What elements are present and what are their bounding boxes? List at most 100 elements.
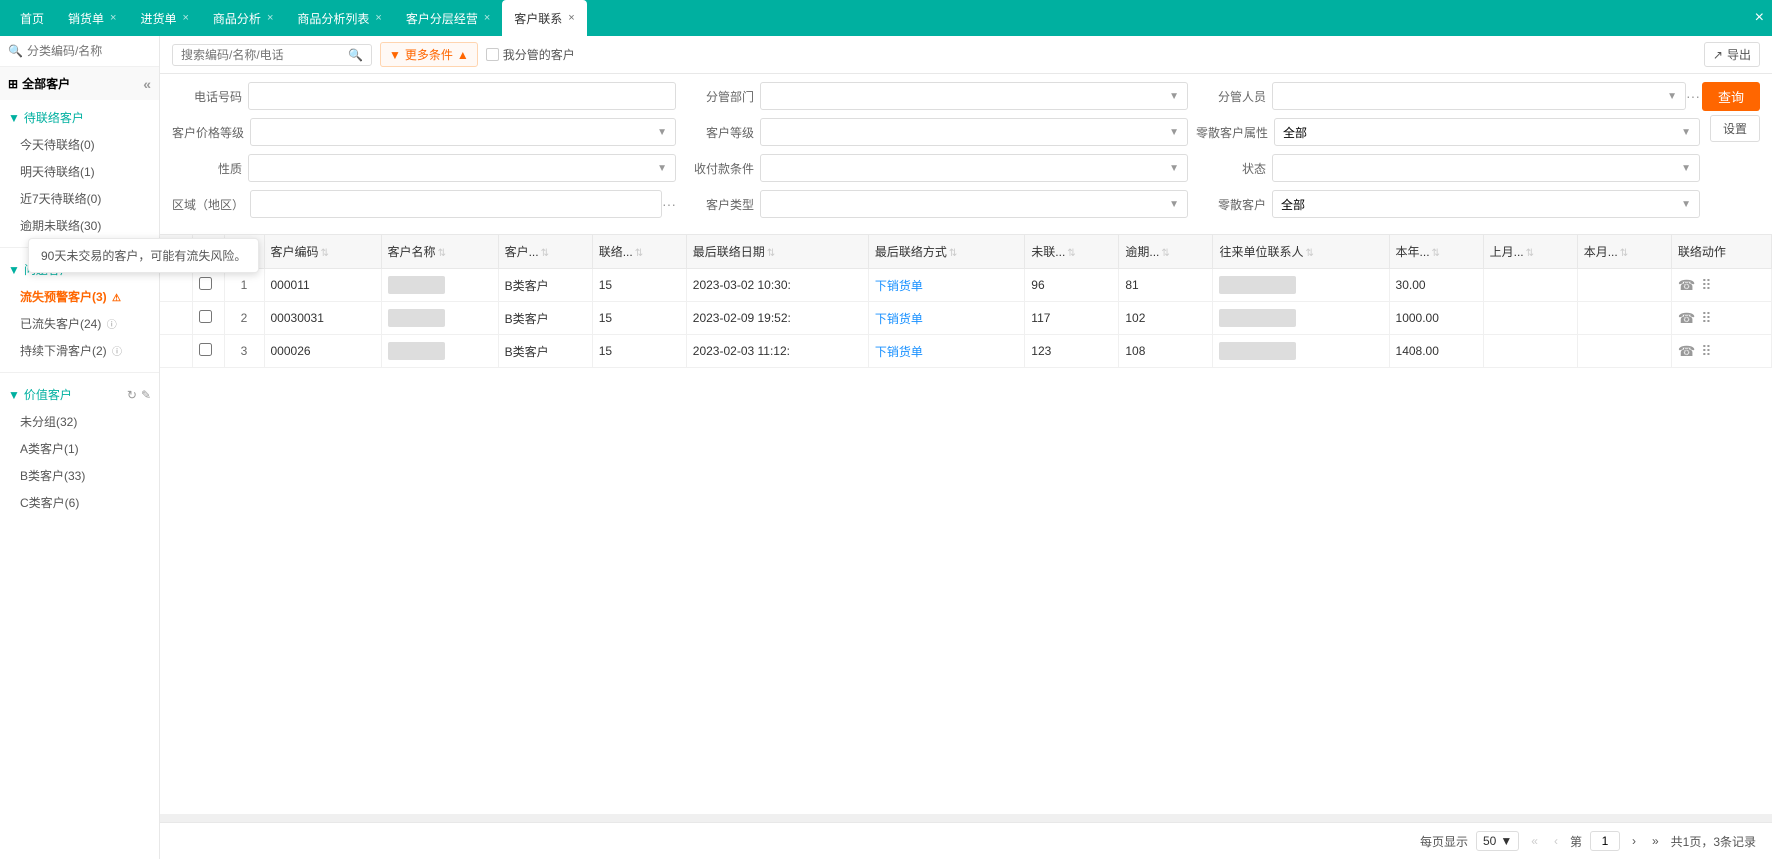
checkbox-icon[interactable] xyxy=(486,48,499,61)
sidebar-item-lost[interactable]: 已流失客户(24) ⓘ xyxy=(0,310,159,337)
export-button[interactable]: ↗ 导出 xyxy=(1704,42,1760,67)
sidebar-item-declining[interactable]: 持续下滑客户(2) ⓘ xyxy=(0,337,159,364)
th-unit-contact[interactable]: 往来单位联系人⇅ xyxy=(1213,235,1389,269)
search-button[interactable]: 🔍 xyxy=(348,48,363,62)
tab-product-list[interactable]: 商品分析列表 × xyxy=(285,0,393,36)
th-last-contact-date[interactable]: 最后联络日期⇅ xyxy=(686,235,868,269)
tab-customer-tier[interactable]: 客户分层经营 × xyxy=(394,0,502,36)
sidebar-search-input[interactable] xyxy=(27,44,160,58)
th-this-year[interactable]: 本年...⇅ xyxy=(1389,235,1483,269)
filter-status-select[interactable]: ▼ xyxy=(1272,154,1700,182)
filter-row-3: 性质 ▼ 收付款条件 ▼ xyxy=(172,154,1700,182)
filter-retail-select[interactable]: 全部 ▼ xyxy=(1272,190,1700,218)
horizontal-scrollbar[interactable] xyxy=(160,814,1772,822)
my-customers-checkbox[interactable]: 我分管的客户 xyxy=(486,46,575,63)
main-layout: 🔍 ⊞ 全部客户 « ▼ 待联络客户 今天待联络(0) 明天待联络(1) 近7天… xyxy=(0,36,1772,859)
top-close-button[interactable]: × xyxy=(1755,9,1764,27)
filter-dept-select[interactable]: ▼ xyxy=(760,82,1188,110)
tab-purchase-close[interactable]: × xyxy=(182,12,188,24)
warning-icon: ⚠ xyxy=(112,293,121,304)
th-overdue[interactable]: 逾期...⇅ xyxy=(1119,235,1213,269)
td-checkbox-2[interactable] xyxy=(192,335,224,368)
page-number-input[interactable] xyxy=(1590,831,1620,851)
edit-icon[interactable]: ✎ xyxy=(141,388,151,402)
td-method-1[interactable]: 下销货单 xyxy=(868,302,1024,335)
chevron-down-icon: ▼ xyxy=(8,111,20,125)
filter-price-tier-select[interactable]: ▼ xyxy=(250,118,676,146)
sidebar-item-unclassified[interactable]: 未分组(32) xyxy=(0,408,159,435)
query-button[interactable]: 查询 xyxy=(1702,82,1760,111)
settings-button[interactable]: 设置 xyxy=(1710,115,1760,142)
filter-manager-select[interactable]: ▼ xyxy=(1272,82,1686,110)
contact-method-link-0[interactable]: 下销货单 xyxy=(875,279,923,293)
tab-product-list-close[interactable]: × xyxy=(375,12,381,24)
all-customers-label: 全部客户 xyxy=(22,75,70,92)
filter-phone-input[interactable] xyxy=(248,82,676,110)
tab-sales[interactable]: 销货单 × xyxy=(56,0,128,36)
tab-product-analysis-close[interactable]: × xyxy=(267,12,273,24)
contact-icon-0[interactable]: ☎ xyxy=(1678,277,1695,294)
row-checkbox-1[interactable] xyxy=(199,310,212,323)
filter-customer-tier-select[interactable]: ▼ xyxy=(760,118,1188,146)
filter-customer-type-select[interactable]: ▼ xyxy=(760,190,1188,218)
td-method-2[interactable]: 下销货单 xyxy=(868,335,1024,368)
filter-payment-select[interactable]: ▼ xyxy=(760,154,1188,182)
th-name[interactable]: 客户名称⇅ xyxy=(381,235,498,269)
more-action-icon-2[interactable]: ⠿ xyxy=(1701,343,1711,360)
contact-method-link-2[interactable]: 下销货单 xyxy=(875,345,923,359)
td-checkbox-1[interactable] xyxy=(192,302,224,335)
th-uncontacted[interactable]: 未联...⇅ xyxy=(1025,235,1119,269)
row-checkbox-2[interactable] xyxy=(199,343,212,356)
more-action-icon-0[interactable]: ⠿ xyxy=(1701,277,1711,294)
sidebar-collapse-button[interactable]: « xyxy=(143,76,151,92)
next-page-button[interactable]: › xyxy=(1628,832,1640,850)
tab-customer-contact[interactable]: 客户联系 × xyxy=(502,0,586,36)
th-last-contact-method[interactable]: 最后联络方式⇅ xyxy=(868,235,1024,269)
more-button-region[interactable]: ··· xyxy=(662,196,676,212)
refresh-icon[interactable]: ↻ xyxy=(127,388,137,402)
contact-icon-1[interactable]: ☎ xyxy=(1678,310,1695,327)
sidebar-item-today-pending[interactable]: 今天待联络(0) xyxy=(0,131,159,158)
td-contact-0: 15 xyxy=(592,269,686,302)
filter-phone-label: 电话号码 xyxy=(172,88,242,105)
tab-customer-contact-close[interactable]: × xyxy=(568,12,574,24)
tab-sales-close[interactable]: × xyxy=(110,12,116,24)
sidebar-item-week-pending[interactable]: 近7天待联络(0) xyxy=(0,185,159,212)
more-action-icon-1[interactable]: ⠿ xyxy=(1701,310,1711,327)
th-type[interactable]: 客户...⇅ xyxy=(498,235,592,269)
tab-home[interactable]: 首页 xyxy=(8,0,56,36)
sidebar-group-value-title[interactable]: ▼ 价值客户 ↻ ✎ xyxy=(0,381,159,408)
sidebar-item-class-a[interactable]: A类客户(1) xyxy=(0,435,159,462)
search-input[interactable] xyxy=(181,48,348,62)
more-filter-button[interactable]: ▼ 更多条件 ▲ xyxy=(380,42,478,67)
td-method-0[interactable]: 下销货单 xyxy=(868,269,1024,302)
last-page-button[interactable]: » xyxy=(1648,832,1663,850)
per-page-select[interactable]: 50 ▼ xyxy=(1476,831,1519,851)
filter-retail-attr-select[interactable]: 全部 ▼ xyxy=(1274,118,1700,146)
sidebar-item-tomorrow-pending[interactable]: 明天待联络(1) xyxy=(0,158,159,185)
td-uncontacted-2: 123 xyxy=(1025,335,1119,368)
more-button-manager[interactable]: ··· xyxy=(1686,88,1700,104)
td-checkbox-0[interactable] xyxy=(192,269,224,302)
sidebar-item-class-b[interactable]: B类客户(33) xyxy=(0,462,159,489)
filter-region-select[interactable] xyxy=(250,190,662,218)
sidebar-group-pending-title[interactable]: ▼ 待联络客户 xyxy=(0,104,159,131)
tab-product-analysis[interactable]: 商品分析 × xyxy=(201,0,285,36)
th-this-month[interactable]: 本月...⇅ xyxy=(1577,235,1671,269)
filter-nature-select[interactable]: ▼ xyxy=(248,154,676,182)
tab-purchase[interactable]: 进货单 × xyxy=(128,0,200,36)
sidebar-item-class-c[interactable]: C类客户(6) xyxy=(0,489,159,516)
sidebar-item-overdue-pending[interactable]: 逾期未联络(30) xyxy=(0,212,159,239)
contact-icon-2[interactable]: ☎ xyxy=(1678,343,1695,360)
tab-customer-tier-close[interactable]: × xyxy=(484,12,490,24)
prev-page-button[interactable]: ‹ xyxy=(1550,832,1562,850)
sidebar-all-customers[interactable]: ⊞ 全部客户 « xyxy=(0,67,159,100)
first-page-button[interactable]: « xyxy=(1527,832,1542,850)
th-code[interactable]: 客户编码⇅ xyxy=(264,235,381,269)
th-last-month[interactable]: 上月...⇅ xyxy=(1483,235,1577,269)
th-contact[interactable]: 联络...⇅ xyxy=(592,235,686,269)
tab-customer-tier-label: 客户分层经营 xyxy=(406,10,478,27)
sidebar-item-loss-warning[interactable]: 流失预警客户(3) ⚠ xyxy=(0,283,159,310)
contact-method-link-1[interactable]: 下销货单 xyxy=(875,312,923,326)
row-checkbox-0[interactable] xyxy=(199,277,212,290)
